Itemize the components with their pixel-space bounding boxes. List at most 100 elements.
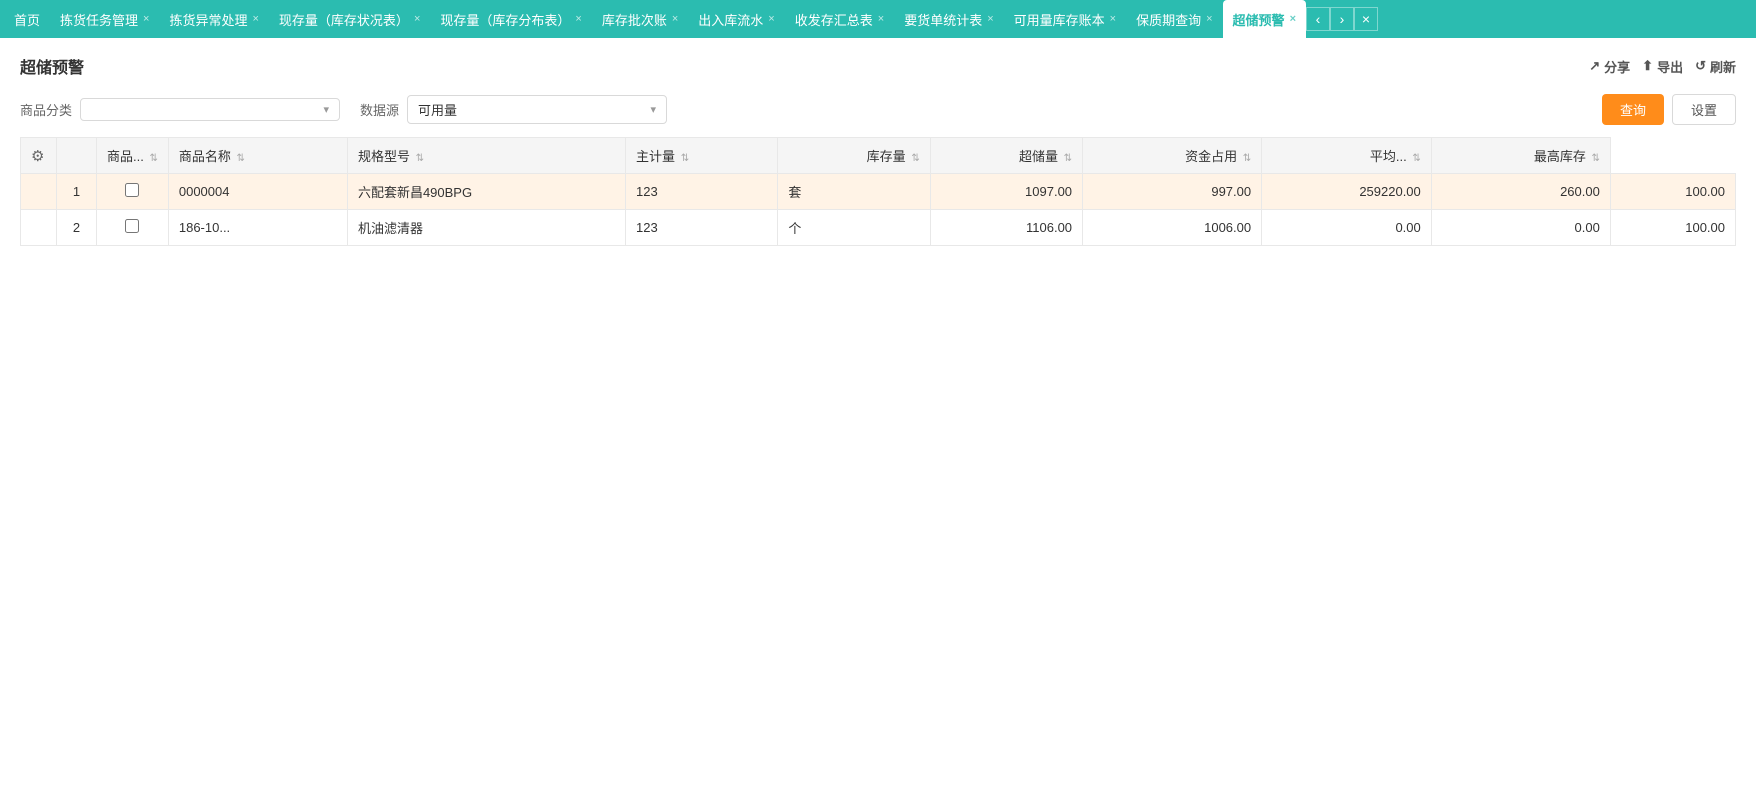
- close-overstock-warning[interactable]: ×: [1290, 13, 1296, 25]
- export-icon: ⬆: [1642, 58, 1653, 74]
- td-unit-0: 套: [778, 174, 930, 210]
- gear-icon[interactable]: ⚙: [31, 148, 44, 165]
- settings-button[interactable]: 设置: [1672, 94, 1736, 125]
- td-max-stock-1: 100.00: [1610, 210, 1735, 246]
- nav-prev-btn[interactable]: ‹: [1306, 7, 1330, 31]
- close-pick-task[interactable]: ×: [143, 13, 149, 25]
- th-avg[interactable]: 平均... ⇅: [1262, 138, 1432, 174]
- td-settings-0: [21, 174, 57, 210]
- chevron-down-icon: ▾: [323, 103, 329, 116]
- nav-quality-date[interactable]: 保质期查询 ×: [1126, 0, 1222, 38]
- category-filter: 商品分类 ▾: [20, 98, 340, 121]
- th-max-stock[interactable]: 最高库存 ⇅: [1431, 138, 1610, 174]
- sort-icon-unit: ⇅: [681, 153, 689, 164]
- category-select[interactable]: ▾: [80, 98, 340, 121]
- td-avg-0: 260.00: [1431, 174, 1610, 210]
- th-spec[interactable]: 规格型号 ⇅: [347, 138, 625, 174]
- close-order-stats[interactable]: ×: [987, 13, 993, 25]
- th-product-code[interactable]: 商品... ⇅: [97, 138, 169, 174]
- page-title: 超储预警: [20, 54, 84, 78]
- td-capital-1: 0.00: [1262, 210, 1432, 246]
- page-content: 超储预警 ↗ 分享 ⬆ 导出 ↺ 刷新 商品分类 ▾ 数据源: [0, 38, 1756, 262]
- table-row: 1 0000004 六配套新昌490BPG 123 套 1097.00 997.…: [21, 174, 1736, 210]
- page-actions: ↗ 分享 ⬆ 导出 ↺ 刷新: [1589, 57, 1736, 76]
- nav-receive-summary[interactable]: 收发存汇总表 ×: [785, 0, 894, 38]
- nav-overstock-warning[interactable]: 超储预警 ×: [1223, 0, 1306, 38]
- td-spec-0: 123: [626, 174, 778, 210]
- export-button[interactable]: ⬆ 导出: [1642, 57, 1683, 76]
- th-capital[interactable]: 资金占用 ⇅: [1083, 138, 1262, 174]
- page-title-row: 超储预警 ↗ 分享 ⬆ 导出 ↺ 刷新: [20, 54, 1736, 78]
- nav-inout-flow[interactable]: 出入库流水 ×: [688, 0, 784, 38]
- close-available-stock[interactable]: ×: [1110, 13, 1116, 25]
- close-stock-batch[interactable]: ×: [672, 13, 678, 25]
- datasource-select-value: 可用量: [418, 100, 457, 119]
- nav-more-btn[interactable]: ×: [1354, 7, 1378, 31]
- nav-pick-exception[interactable]: 拣货异常处理 ×: [159, 0, 268, 38]
- th-product-name[interactable]: 商品名称 ⇅: [168, 138, 347, 174]
- th-settings[interactable]: ⚙: [21, 138, 57, 174]
- close-quality-date[interactable]: ×: [1206, 13, 1212, 25]
- td-rownum-0: 1: [57, 174, 97, 210]
- nav-current-stock-status[interactable]: 现存量（库存状况表） ×: [269, 0, 430, 38]
- td-capital-0: 259220.00: [1262, 174, 1432, 210]
- nav-home[interactable]: 首页: [4, 0, 50, 38]
- th-unit[interactable]: 主计量 ⇅: [626, 138, 778, 174]
- td-over-stock-0: 997.00: [1083, 174, 1262, 210]
- td-product-name-1: 机油滤清器: [347, 210, 625, 246]
- td-product-name-0: 六配套新昌490BPG: [347, 174, 625, 210]
- topbar: 首页 拣货任务管理 × 拣货异常处理 × 现存量（库存状况表） × 现存量（库存…: [0, 0, 1756, 38]
- sort-icon-spec: ⇅: [416, 153, 424, 164]
- td-avg-1: 0.00: [1431, 210, 1610, 246]
- td-settings-1: [21, 210, 57, 246]
- query-button[interactable]: 查询: [1602, 94, 1664, 125]
- td-checkbox-0[interactable]: [97, 174, 169, 210]
- th-over-stock[interactable]: 超储量 ⇅: [930, 138, 1082, 174]
- sort-icon-over-stock: ⇅: [1064, 153, 1072, 164]
- filter-buttons: 查询 设置: [1602, 94, 1736, 125]
- sort-icon-capital: ⇅: [1243, 153, 1251, 164]
- close-current-stock-status[interactable]: ×: [414, 13, 420, 25]
- sort-icon-max-stock: ⇅: [1591, 153, 1599, 164]
- td-stock-0: 1097.00: [930, 174, 1082, 210]
- close-inout-flow[interactable]: ×: [768, 13, 774, 25]
- nav-next-btn[interactable]: ›: [1330, 7, 1354, 31]
- td-spec-1: 123: [626, 210, 778, 246]
- refresh-icon: ↺: [1695, 58, 1706, 74]
- sort-icon-product-code: ⇅: [149, 153, 157, 164]
- refresh-button[interactable]: ↺ 刷新: [1695, 57, 1736, 76]
- nav-stock-batch[interactable]: 库存批次账 ×: [592, 0, 688, 38]
- nav-current-stock-dist[interactable]: 现存量（库存分布表） ×: [430, 0, 591, 38]
- row-checkbox-1[interactable]: [125, 219, 139, 233]
- td-over-stock-1: 1006.00: [1083, 210, 1262, 246]
- th-rownum: [57, 138, 97, 174]
- share-icon: ↗: [1589, 58, 1600, 74]
- close-pick-exception[interactable]: ×: [252, 13, 258, 25]
- td-rownum-1: 2: [57, 210, 97, 246]
- td-max-stock-0: 100.00: [1610, 174, 1735, 210]
- nav-pick-task[interactable]: 拣货任务管理 ×: [50, 0, 159, 38]
- row-checkbox-0[interactable]: [125, 183, 139, 197]
- sort-icon-avg: ⇅: [1412, 153, 1420, 164]
- data-table: ⚙ 商品... ⇅ 商品名称 ⇅ 规格型号 ⇅ 主计量 ⇅: [20, 137, 1736, 246]
- chevron-down-icon2: ▾: [651, 103, 657, 116]
- category-label: 商品分类: [20, 100, 72, 119]
- datasource-label: 数据源: [360, 100, 399, 119]
- filter-row: 商品分类 ▾ 数据源 可用量 ▾ 查询 设置: [20, 94, 1736, 125]
- datasource-select[interactable]: 可用量 ▾: [407, 95, 667, 124]
- table-row: 2 186-10... 机油滤清器 123 个 1106.00 1006.00 …: [21, 210, 1736, 246]
- sort-icon-product-name: ⇅: [237, 153, 245, 164]
- td-product-code-0: 0000004: [168, 174, 347, 210]
- nav-available-stock[interactable]: 可用量库存账本 ×: [1004, 0, 1126, 38]
- datasource-filter: 数据源 可用量 ▾: [360, 95, 667, 124]
- td-product-code-1: 186-10...: [168, 210, 347, 246]
- th-stock[interactable]: 库存量 ⇅: [778, 138, 930, 174]
- share-button[interactable]: ↗ 分享: [1589, 57, 1630, 76]
- sort-icon-stock: ⇅: [911, 153, 919, 164]
- close-current-stock-dist[interactable]: ×: [575, 13, 581, 25]
- td-checkbox-1[interactable]: [97, 210, 169, 246]
- td-stock-1: 1106.00: [930, 210, 1082, 246]
- nav-order-stats[interactable]: 要货单统计表 ×: [894, 0, 1003, 38]
- td-unit-1: 个: [778, 210, 930, 246]
- close-receive-summary[interactable]: ×: [878, 13, 884, 25]
